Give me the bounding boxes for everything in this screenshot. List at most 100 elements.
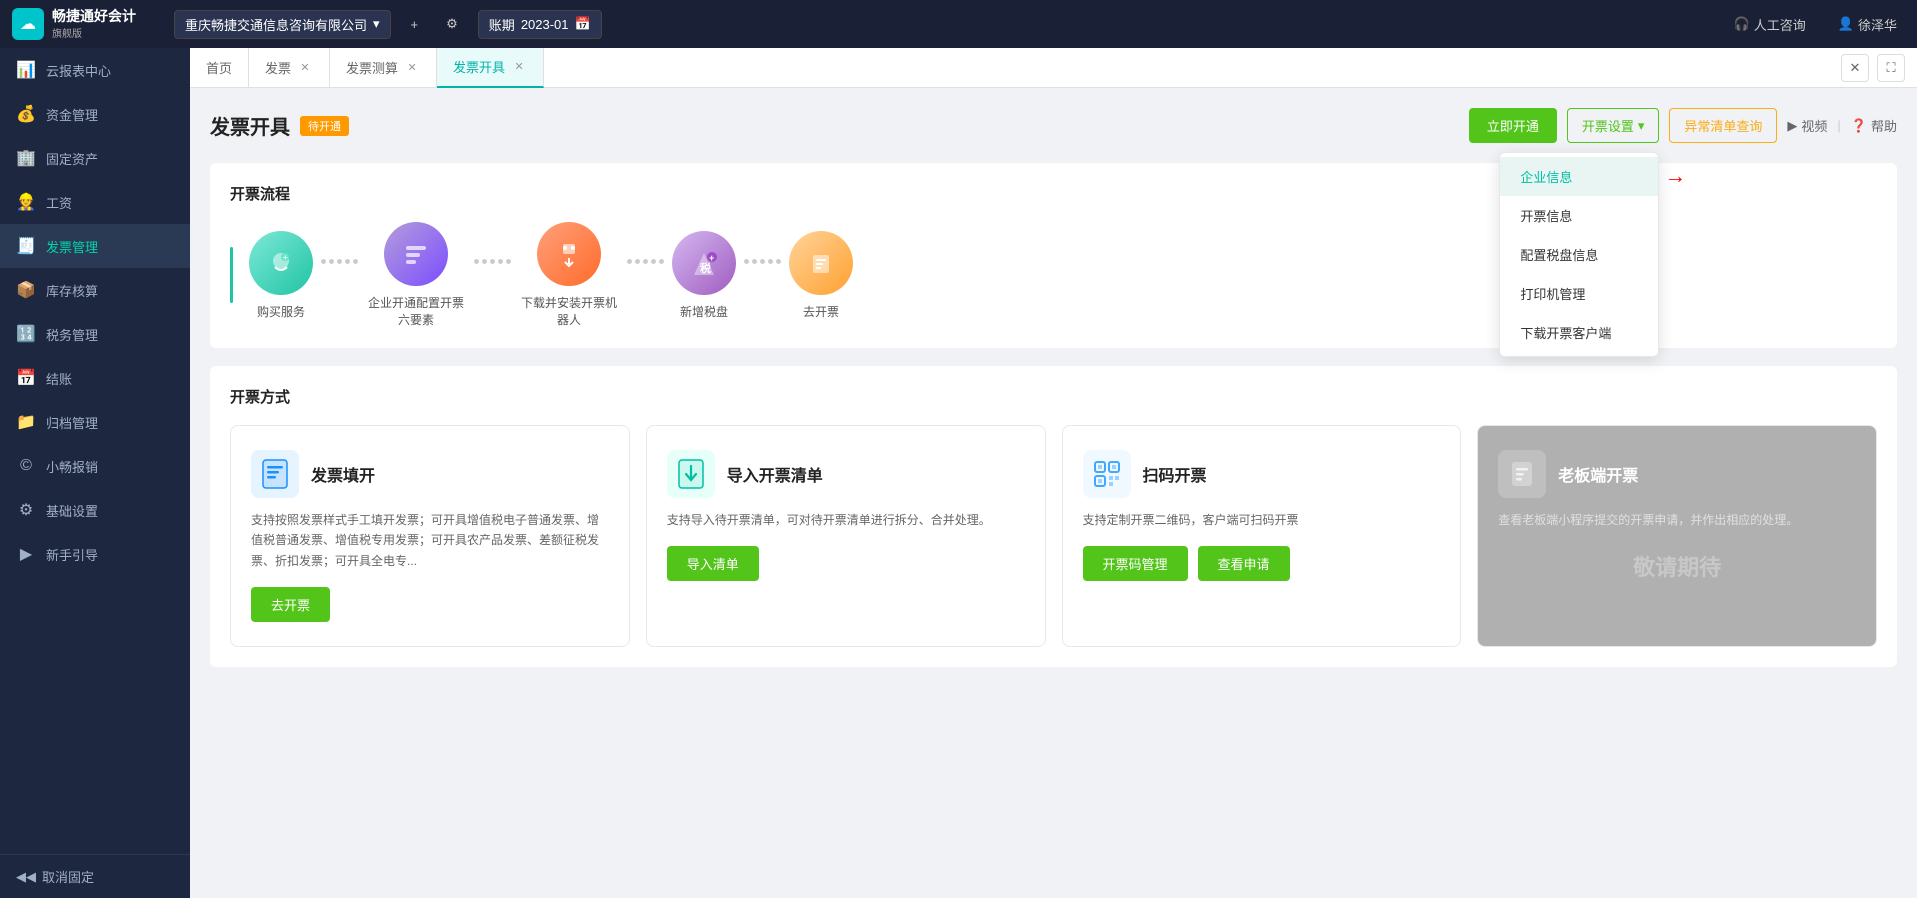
top-bar-actions: 🎧 人工咨询 👤 徐泽华 — [1726, 11, 1905, 38]
import-icon — [667, 450, 715, 498]
step-label-openinvoice: 去开票 — [803, 303, 839, 320]
period-badge[interactable]: 账期 2023-01 📅 — [478, 10, 602, 39]
dropdown-item-label: 企业信息 — [1520, 170, 1572, 185]
activate-button[interactable]: 立即开通 — [1469, 108, 1557, 143]
sidebar-item-shuiwu[interactable]: 🔢 税务管理 — [0, 312, 190, 356]
logo-area: ☁ 畅捷通好会计 旗舰版 — [12, 8, 162, 40]
sidebar-item-label: 云报表中心 — [46, 61, 111, 80]
sidebar-item-xinyinyindao[interactable]: ▶ 新手引导 — [0, 532, 190, 576]
flow-step-buy: + 购买服务 — [249, 231, 313, 320]
dropdown-item-peizhi[interactable]: 配置税盘信息 — [1500, 235, 1658, 274]
money-icon: 💰 — [16, 104, 36, 124]
main-area: 📊 云报表中心 💰 资金管理 🏢 固定资产 👷 工资 🧾 发票管理 📦 — [0, 48, 1917, 898]
tab-label: 发票 — [265, 58, 291, 77]
sidebar-item-label: 基础设置 — [46, 501, 98, 520]
sidebar-item-xiaochang[interactable]: © 小畅报销 — [0, 444, 190, 488]
method-actions-import: 导入清单 — [667, 546, 1025, 581]
overlay-text-boss: 敬请期待 — [1498, 550, 1856, 582]
step-icon-buy: + — [249, 231, 313, 295]
support-button[interactable]: 🎧 人工咨询 — [1726, 11, 1814, 38]
method-cards: 发票填开 支持按照发票样式手工填开发票；可开具增值税电子普通发票、增值税普通发票… — [230, 425, 1877, 647]
sidebar-item-gongzi[interactable]: 👷 工资 — [0, 180, 190, 224]
support-label: 人工咨询 — [1754, 15, 1806, 34]
method-card-import-header: 导入开票清单 — [667, 450, 1025, 498]
sidebar-item-label: 小畅报销 — [46, 457, 98, 476]
tab-maximize-button[interactable]: ⛶ — [1877, 54, 1905, 82]
sidebar-item-kucun[interactable]: 📦 库存核算 — [0, 268, 190, 312]
flow-connector-4 — [736, 259, 789, 264]
sidebar-item-gudingzichan[interactable]: 🏢 固定资产 — [0, 136, 190, 180]
method-desc-import: 支持导入待开票清单，可对待开票清单进行拆分、合并处理。 — [667, 510, 1025, 530]
method-desc-boss: 查看老板端小程序提交的开票申请，并作出相应的处理。 — [1498, 510, 1856, 530]
tab-home[interactable]: 首页 — [190, 48, 249, 88]
user-menu[interactable]: 👤 徐泽华 — [1830, 11, 1905, 38]
settings-button[interactable]: 开票设置 ▾ — [1567, 108, 1660, 143]
add-button[interactable]: + — [403, 13, 427, 36]
sidebar-item-label: 库存核算 — [46, 281, 98, 300]
pin-icon: ◀◀ — [16, 869, 36, 885]
tab-fapiaocesuan[interactable]: 发票测算 ✕ — [330, 48, 437, 88]
headset-icon: 🎧 — [1734, 16, 1750, 32]
sidebar-footer-cancel[interactable]: ◀◀ 取消固定 — [0, 854, 190, 898]
tab-close-fapiao[interactable]: ✕ — [297, 60, 313, 76]
sidebar-item-guidang[interactable]: 📁 归档管理 — [0, 400, 190, 444]
view-apply-button[interactable]: 查看申请 — [1198, 546, 1290, 581]
sidebar-item-jiezhang[interactable]: 📅 结账 — [0, 356, 190, 400]
dropdown-item-kaipiao[interactable]: 开票信息 — [1500, 196, 1658, 235]
tab-close-fapiaocesuan[interactable]: ✕ — [404, 60, 420, 76]
plus-icon: + — [411, 17, 419, 32]
settings-button[interactable]: ⚙ — [438, 12, 466, 36]
page-header: 发票开具 待开通 立即开通 开票设置 ▾ — [210, 108, 1897, 143]
dropdown-item-dayinji[interactable]: 打印机管理 — [1500, 274, 1658, 313]
calendar-icon: 📅 — [575, 16, 591, 32]
flow-step-config: 企业开通配置开票六要素 — [366, 222, 466, 328]
dropdown-item-qiye[interactable]: 企业信息 → — [1500, 157, 1658, 196]
method-card-boss: 老板端开票 查看老板端小程序提交的开票申请，并作出相应的处理。 敬请期待 — [1477, 425, 1877, 647]
tab-fapiaokaiqu[interactable]: 发票开具 ✕ — [437, 48, 544, 88]
company-selector[interactable]: 重庆畅捷交通信息咨询有限公司 ▾ — [174, 10, 391, 39]
folder-icon: 📁 — [16, 412, 36, 432]
sidebar-item-fapiao[interactable]: 🧾 发票管理 — [0, 224, 190, 268]
period-label: 账期 — [489, 15, 515, 34]
sidebar-item-label: 发票管理 — [46, 237, 98, 256]
sidebar-item-label: 工资 — [46, 193, 72, 212]
sidebar: 📊 云报表中心 💰 资金管理 🏢 固定资产 👷 工资 🧾 发票管理 📦 — [0, 48, 190, 898]
sidebar-item-jichushezhi[interactable]: ⚙ 基础设置 — [0, 488, 190, 532]
step-icon-download — [537, 222, 601, 286]
worker-icon: 👷 — [16, 192, 36, 212]
step-icon-config — [384, 222, 448, 286]
tab-fapiao[interactable]: 发票 ✕ — [249, 48, 330, 88]
period-value: 2023-01 — [521, 17, 569, 32]
abnormal-list-button[interactable]: 异常清单查询 — [1669, 108, 1777, 143]
method-card-boss-header: 老板端开票 — [1498, 450, 1856, 498]
dropdown-item-label: 打印机管理 — [1520, 287, 1585, 302]
sidebar-item-yunbao[interactable]: 📊 云报表中心 — [0, 48, 190, 92]
gear-icon: ⚙ — [446, 16, 458, 32]
import-list-button[interactable]: 导入清单 — [667, 546, 759, 581]
scan-icon — [1083, 450, 1131, 498]
chart-icon: 📊 — [16, 60, 36, 80]
dropdown-item-xiazai[interactable]: 下载开票客户端 — [1500, 313, 1658, 352]
method-desc-fill: 支持按照发票样式手工填开发票；可开具增值税电子普通发票、增值税普通发票、增值税专… — [251, 510, 609, 571]
settings-dropdown-wrap: 开票设置 ▾ 企业信息 → 开票信息 — [1567, 108, 1660, 143]
go-invoice-button[interactable]: 去开票 — [251, 587, 330, 622]
help-label: 帮助 — [1871, 116, 1897, 135]
help-button[interactable]: ❓ 帮助 — [1851, 116, 1897, 135]
tab-close-fapiaokaiqu[interactable]: ✕ — [511, 59, 527, 75]
calendar-icon: 📅 — [16, 368, 36, 388]
flow-step-download: 下载并安装开票机器人 — [519, 222, 619, 328]
question-icon: ❓ — [1851, 118, 1867, 134]
tab-label: 发票测算 — [346, 58, 398, 77]
video-button[interactable]: ▶ 视频 — [1787, 116, 1827, 135]
step-label-buy: 购买服务 — [257, 303, 305, 320]
logo-icon: ☁ — [12, 8, 44, 40]
method-actions-fill: 去开票 — [251, 587, 609, 622]
sidebar-item-zijin[interactable]: 💰 资金管理 — [0, 92, 190, 136]
settings-dropdown-menu: 企业信息 → 开票信息 配置税盘信息 打印机管理 — [1499, 152, 1659, 357]
flow-bar — [230, 247, 233, 303]
qrcode-manage-button[interactable]: 开票码管理 — [1083, 546, 1188, 581]
tab-close-all-button[interactable]: ✕ — [1841, 54, 1869, 82]
sidebar-item-label: 税务管理 — [46, 325, 98, 344]
method-title-fill: 发票填开 — [311, 462, 375, 486]
chevron-down-icon: ▾ — [1638, 118, 1645, 134]
